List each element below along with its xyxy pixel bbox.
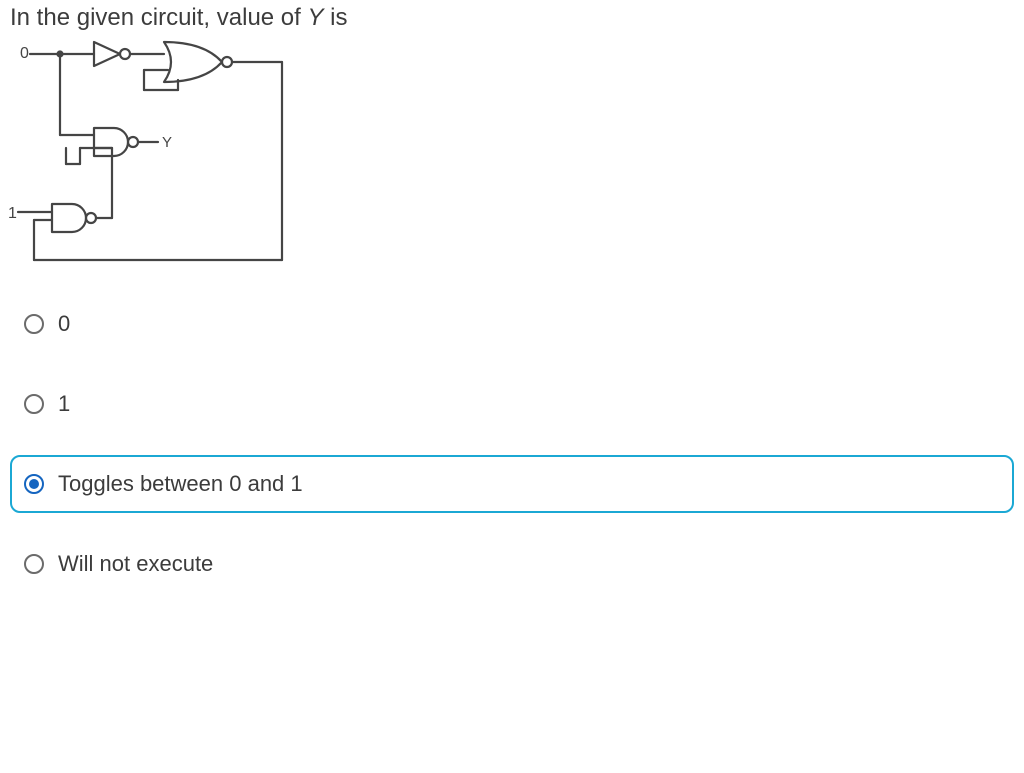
radio-icon: [24, 314, 44, 334]
question-variable: Y: [308, 4, 324, 31]
option-will-not-execute[interactable]: Will not execute: [10, 535, 1014, 593]
radio-icon: [24, 554, 44, 574]
radio-icon: [24, 474, 44, 494]
question-prefix: In the given circuit, value of: [10, 4, 308, 31]
circuit-diagram: 0 1: [0, 40, 1024, 275]
question-text: In the given circuit, value of Y is: [0, 0, 1024, 40]
question-suffix: is: [324, 4, 348, 31]
option-1[interactable]: 1: [10, 375, 1014, 433]
circuit-input-0: 0: [20, 45, 29, 62]
radio-icon: [24, 394, 44, 414]
circuit-input-1: 1: [8, 205, 17, 222]
option-toggles[interactable]: Toggles between 0 and 1: [10, 455, 1014, 513]
option-label: 0: [58, 311, 70, 337]
circuit-output-y: Y: [162, 134, 172, 151]
option-0[interactable]: 0: [10, 295, 1014, 353]
options-list: 0 1 Toggles between 0 and 1 Will not exe…: [0, 275, 1024, 593]
option-label: 1: [58, 391, 70, 417]
option-label: Toggles between 0 and 1: [58, 471, 303, 497]
option-label: Will not execute: [58, 551, 213, 577]
